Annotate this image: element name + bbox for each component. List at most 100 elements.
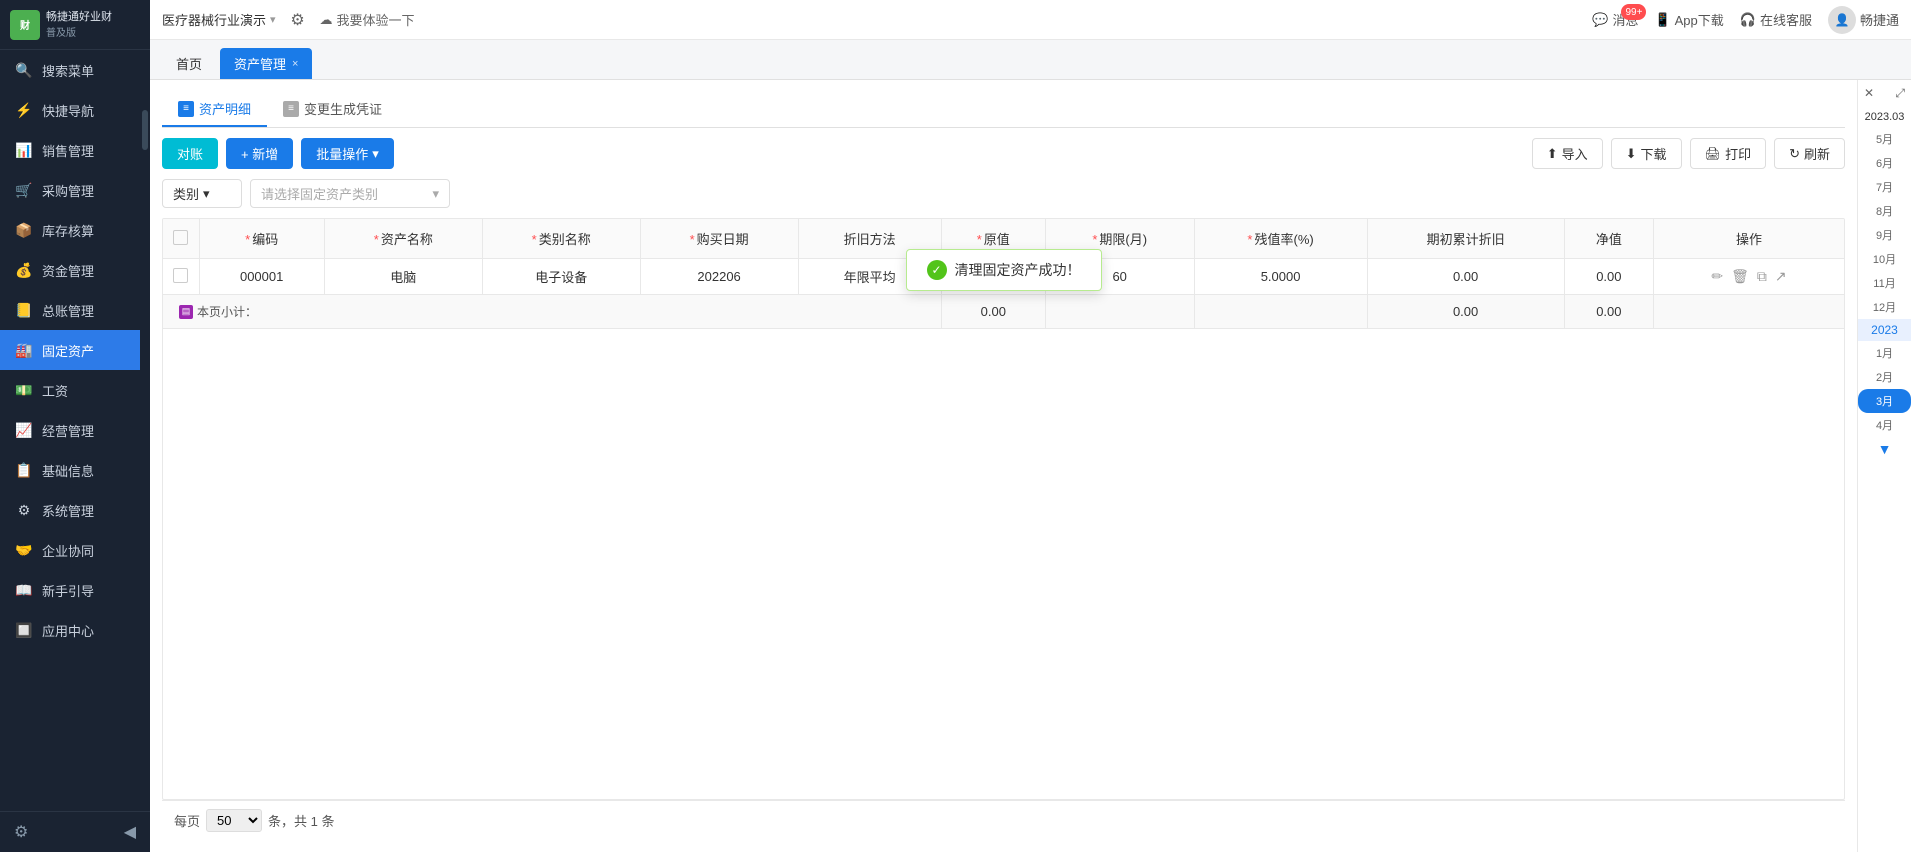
sidebar-footer: ⚙ ◀	[0, 811, 150, 852]
sidebar-item-operations[interactable]: 📈 经营管理	[0, 410, 150, 450]
month-5[interactable]: 5月	[1858, 127, 1911, 151]
enterprise-icon: 🤝	[14, 540, 34, 560]
app-download-button[interactable]: 📱 App下载	[1654, 10, 1723, 29]
finance-icon: 💰	[14, 260, 34, 280]
month-6[interactable]: 6月	[1858, 151, 1911, 175]
experience-button[interactable]: ☁ 我要体验一下	[320, 10, 415, 29]
payroll-icon: 💵	[14, 380, 34, 400]
sidebar-item-quick-nav[interactable]: ⚡ 快捷导航	[0, 90, 150, 130]
batch-operation-button[interactable]: 批量操作 ▾	[301, 138, 394, 169]
cell-purchase-date: 202206	[640, 259, 798, 295]
sidebar-item-payroll[interactable]: 💵 工资	[0, 370, 150, 410]
cell-residual-rate: 5.0000	[1194, 259, 1367, 295]
sidebar-item-ledger[interactable]: 📒 总账管理	[0, 290, 150, 330]
month-3-current[interactable]: 3月	[1858, 389, 1911, 413]
toolbar-right: ⬆ 导入 ⬇ 下载 🖨 打印 ↻ 刷新	[1532, 138, 1845, 169]
sidebar-item-basic-info[interactable]: 📋 基础信息	[0, 450, 150, 490]
print-button[interactable]: 🖨 打印	[1690, 138, 1767, 169]
category-filter-type[interactable]: 类别 ▾	[162, 179, 242, 208]
inventory-icon: 📦	[14, 220, 34, 240]
export-button[interactable]: ⬆ 导入	[1532, 138, 1603, 169]
month-9[interactable]: 9月	[1858, 223, 1911, 247]
scroll-down-indicator[interactable]: ▼	[1878, 437, 1892, 461]
sidebar-item-guide[interactable]: 📖 新手引导	[0, 570, 150, 610]
change-voucher-tab-icon: ≡	[283, 101, 299, 117]
cell-category: 电子设备	[482, 259, 640, 295]
refresh-button[interactable]: ↻ 刷新	[1774, 138, 1845, 169]
subtotal-original-value: 0.00	[941, 295, 1045, 329]
current-year-label: 2023.03	[1858, 107, 1911, 127]
page-size-select[interactable]: 10 20 50 100	[206, 809, 262, 832]
month-4[interactable]: 4月	[1858, 413, 1911, 437]
sidebar-item-enterprise[interactable]: 🤝 企业协同	[0, 530, 150, 570]
fixed-assets-icon: 🏭	[14, 340, 34, 360]
year-2023-header: 2023	[1858, 319, 1911, 341]
topbar: 医疗器械行业演示 ▾ ⚙ ☁ 我要体验一下 💬 消息 99+ 📱 App下载	[150, 0, 1911, 40]
toolbar: 对账 + 新增 批量操作 ▾ ⬆ 导入 ⬇	[162, 138, 1845, 169]
panel-expand-btn[interactable]: ⤢	[1893, 84, 1907, 103]
subtotal-icon: ▤	[179, 305, 193, 319]
sub-tabs: ≡ 资产明细 ≡ 变更生成凭证	[162, 92, 1845, 128]
settings-footer-icon[interactable]: ⚙	[14, 822, 28, 842]
sidebar-item-search[interactable]: 🔍 搜索菜单	[0, 50, 150, 90]
sidebar-item-inventory[interactable]: 📦 库存核算	[0, 210, 150, 250]
month-1[interactable]: 1月	[1858, 341, 1911, 365]
row-checkbox[interactable]	[173, 268, 188, 283]
month-12[interactable]: 12月	[1858, 295, 1911, 319]
content-inner: ≡ 资产明细 ≡ 变更生成凭证 对账 + 新增	[150, 80, 1857, 852]
user-menu-button[interactable]: 👤 畅捷通	[1828, 6, 1899, 34]
export-icon: ⬆	[1547, 146, 1558, 162]
download-icon: ⬇	[1626, 146, 1637, 162]
topbar-left: 医疗器械行业演示 ▾ ⚙ ☁ 我要体验一下	[162, 6, 415, 34]
sidebar-item-system[interactable]: ⚙ 系统管理	[0, 490, 150, 530]
subtotal-net-value: 0.00	[1564, 295, 1653, 329]
delete-icon[interactable]: 🗑	[1731, 268, 1749, 285]
message-button[interactable]: 💬 消息 99+	[1592, 10, 1638, 29]
gear-icon: ⚙	[290, 10, 304, 30]
col-action: 操作	[1654, 219, 1845, 259]
success-toast: ✓ 清理固定资产成功！	[906, 249, 1102, 291]
select-all-checkbox[interactable]	[173, 230, 188, 245]
company-selector[interactable]: 医疗器械行业演示 ▾	[162, 10, 276, 29]
tab-home[interactable]: 首页	[162, 48, 216, 79]
app-center-icon: 🔲	[14, 620, 34, 640]
month-11[interactable]: 11月	[1858, 271, 1911, 295]
sub-tab-asset-detail[interactable]: ≡ 资产明细	[162, 92, 267, 127]
asset-table: *编码 *资产名称 *类别名称 *购买日期 折旧方法 *原值 *期限(月) *残…	[162, 218, 1845, 800]
sidebar: 财 畅捷通好业财 普及版 🔍 搜索菜单 ⚡ 快捷导航 📊 销售管理 🛒 采购管理…	[0, 0, 150, 852]
more-icon[interactable]: ↗	[1775, 268, 1787, 285]
download-button[interactable]: ⬇ 下载	[1611, 138, 1682, 169]
new-button[interactable]: + 新增	[226, 138, 293, 169]
ledger-icon: 📒	[14, 300, 34, 320]
settings-button[interactable]: ⚙	[284, 6, 312, 34]
sidebar-item-finance[interactable]: 💰 资金管理	[0, 250, 150, 290]
asset-detail-tab-icon: ≡	[178, 101, 194, 117]
category-type-arrow: ▾	[203, 186, 210, 202]
category-filter-value[interactable]: 请选择固定资产类别 ▾	[250, 179, 450, 208]
tabs-bar: 首页 资产管理 ×	[150, 40, 1911, 80]
cell-initial-depreciation: 0.00	[1367, 259, 1564, 295]
purchase-icon: 🛒	[14, 180, 34, 200]
copy-icon[interactable]: ⧉	[1757, 268, 1767, 285]
tab-asset-management[interactable]: 资产管理 ×	[220, 48, 312, 79]
tab-close-icon[interactable]: ×	[292, 58, 298, 70]
collapse-sidebar-icon[interactable]: ◀	[124, 822, 136, 842]
company-name: 医疗器械行业演示	[162, 10, 266, 29]
month-8[interactable]: 8月	[1858, 199, 1911, 223]
month-2[interactable]: 2月	[1858, 365, 1911, 389]
edit-icon[interactable]: ✏	[1711, 268, 1723, 285]
panel-close-btn[interactable]: ✕	[1862, 84, 1876, 103]
sidebar-item-purchase[interactable]: 🛒 采购管理	[0, 170, 150, 210]
sidebar-item-sales[interactable]: 📊 销售管理	[0, 130, 150, 170]
account-button[interactable]: 对账	[162, 138, 218, 169]
sidebar-item-fixed-assets[interactable]: 🏭 固定资产	[0, 330, 150, 370]
cell-net-value: 0.00	[1564, 259, 1653, 295]
month-7[interactable]: 7月	[1858, 175, 1911, 199]
sub-tab-change-voucher[interactable]: ≡ 变更生成凭证	[267, 92, 398, 127]
col-initial-depreciation: 期初累计折旧	[1367, 219, 1564, 259]
app-logo-icon: 财	[10, 10, 40, 40]
month-10[interactable]: 10月	[1858, 247, 1911, 271]
customer-service-button[interactable]: 🎧 在线客服	[1740, 10, 1812, 29]
sidebar-nav: 🔍 搜索菜单 ⚡ 快捷导航 📊 销售管理 🛒 采购管理 📦 库存核算 💰 资金管…	[0, 50, 150, 811]
sidebar-item-app-center[interactable]: 🔲 应用中心	[0, 610, 150, 650]
